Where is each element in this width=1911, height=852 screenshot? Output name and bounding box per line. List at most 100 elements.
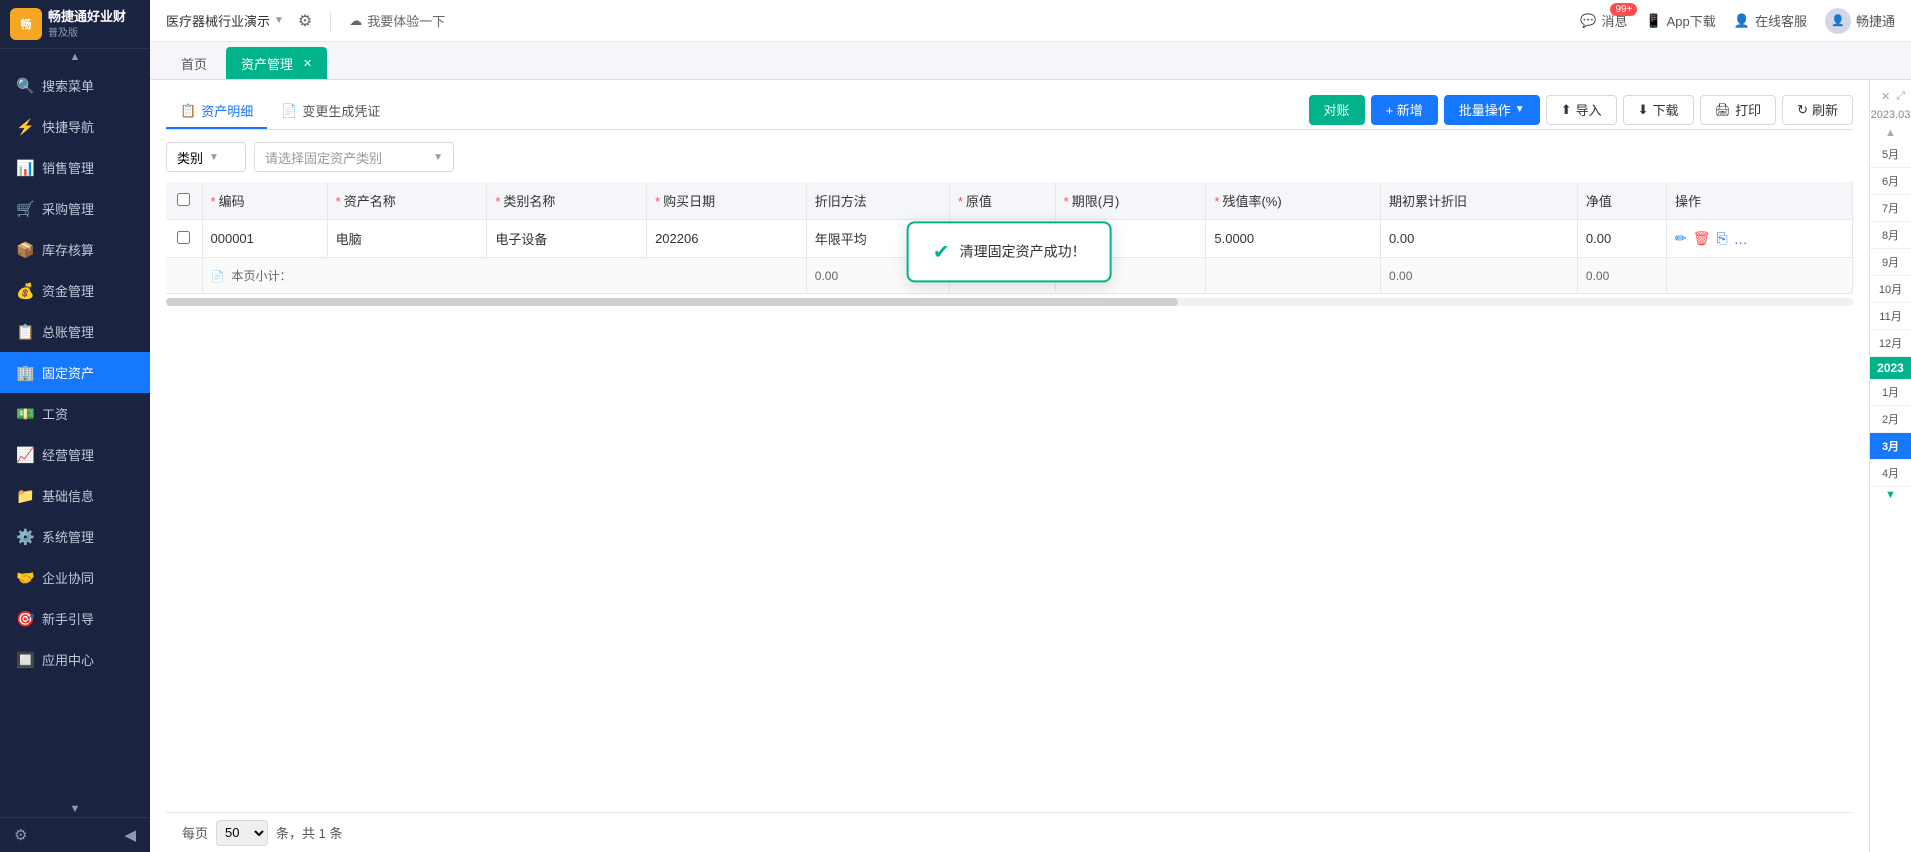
delete-button[interactable]: 🗑 xyxy=(1693,230,1711,247)
user-menu[interactable]: 👤 畅捷通 xyxy=(1825,8,1895,34)
sidebar-scroll-down[interactable]: ▼ xyxy=(0,801,150,817)
edit-button[interactable]: ✏ xyxy=(1675,230,1687,247)
logo-subtitle: 普及版 xyxy=(48,24,126,39)
sub-tab-asset-detail[interactable]: 📋 资产明细 xyxy=(166,94,267,129)
quick-nav-icon: ⚡ xyxy=(16,118,34,136)
category-filter[interactable]: 类别 ▼ xyxy=(166,142,246,172)
per-page-select[interactable]: 50 10 20 100 xyxy=(216,820,268,846)
download-label: 下载 xyxy=(1653,100,1679,119)
topbar-divider xyxy=(330,11,331,31)
calendar-month-10[interactable]: 10月 xyxy=(1870,276,1911,303)
settings-icon[interactable]: ⚙ xyxy=(14,826,27,844)
calendar-month-4[interactable]: 4月 xyxy=(1870,460,1911,487)
ledger-icon: 📋 xyxy=(16,323,34,341)
sidebar-item-purchase[interactable]: 🛒 采购管理 xyxy=(0,188,150,229)
finance-icon: 💰 xyxy=(16,282,34,300)
tab-home[interactable]: 首页 xyxy=(166,47,222,79)
calendar-header: 2023.03 xyxy=(1871,109,1911,121)
panel-expand-icon[interactable]: ⤢ xyxy=(1894,88,1907,105)
scrollbar-thumb[interactable] xyxy=(166,298,1178,306)
row-select-checkbox[interactable] xyxy=(177,231,190,244)
sidebar-item-operations[interactable]: 📈 经营管理 xyxy=(0,434,150,475)
header-name: *资产名称 xyxy=(327,182,487,220)
add-button[interactable]: + 新增 xyxy=(1371,95,1438,125)
calendar-month-7[interactable]: 7月 xyxy=(1870,195,1911,222)
online-service-button[interactable]: 👤 在线客服 xyxy=(1734,11,1807,30)
sidebar-item-search[interactable]: 🔍 搜索菜单 xyxy=(0,65,150,106)
sidebar-item-payroll[interactable]: 💵 工资 xyxy=(0,393,150,434)
category-value-filter[interactable]: 请选择固定资产类别 ▼ xyxy=(254,142,454,172)
toast-cell: ✔ 清理固定资产成功！ xyxy=(166,258,1853,259)
calendar-month-6[interactable]: 6月 xyxy=(1870,168,1911,195)
sidebar-item-inventory[interactable]: 📦 库存核算 xyxy=(0,229,150,270)
tabbar: 首页 资产管理 ✕ xyxy=(150,42,1911,80)
sidebar-item-quick-nav[interactable]: ⚡ 快捷导航 xyxy=(0,106,150,147)
sub-tab-change-voucher[interactable]: 📄 变更生成凭证 xyxy=(267,94,394,129)
table-header-row: *编码 *资产名称 *类别名称 *购买日期 折旧方法 *原值 *期限(月) *残… xyxy=(166,182,1853,220)
calendar-year-2023[interactable]: 2023 xyxy=(1870,357,1911,379)
sidebar-item-system[interactable]: ⚙️ 系统管理 xyxy=(0,516,150,557)
calendar-month-11[interactable]: 11月 xyxy=(1870,303,1911,330)
sidebar-item-label: 经营管理 xyxy=(42,445,94,464)
cell-actions: ✏ 🗑 ⎘ … xyxy=(1667,220,1853,258)
message-button[interactable]: 💬 消息 99+ xyxy=(1580,11,1627,30)
collapse-icon[interactable]: ◀ xyxy=(124,826,136,844)
calendar-month-2[interactable]: 2月 xyxy=(1870,406,1911,433)
tab-asset-mgmt[interactable]: 资产管理 ✕ xyxy=(226,47,327,79)
refresh-button[interactable]: ↻ 刷新 xyxy=(1782,95,1853,125)
header-net-value: 净值 xyxy=(1577,182,1666,220)
app-center-icon: 🔲 xyxy=(16,651,34,669)
print-button[interactable]: 🖨 打印 xyxy=(1700,95,1777,125)
sidebar-item-sales[interactable]: 📊 销售管理 xyxy=(0,147,150,188)
calendar-month-12[interactable]: 12月 xyxy=(1870,330,1911,357)
sidebar-scroll-up[interactable]: ▲ xyxy=(0,49,150,65)
company-selector[interactable]: 医疗器械行业演示 ▼ xyxy=(166,11,284,30)
sidebar-item-ledger[interactable]: 📋 总账管理 xyxy=(0,311,150,352)
tab-close-icon[interactable]: ✕ xyxy=(303,57,312,70)
select-all-checkbox[interactable] xyxy=(177,193,190,206)
filter-dropdown-icon: ▼ xyxy=(209,152,219,163)
logo-icon: 畅 xyxy=(10,8,42,40)
sidebar-item-fixed-assets[interactable]: 🏢 固定资产 xyxy=(0,352,150,393)
sidebar-item-enterprise[interactable]: 🤝 企业协同 xyxy=(0,557,150,598)
reconcile-button[interactable]: 对账 xyxy=(1309,95,1365,125)
sidebar-item-finance[interactable]: 💰 资金管理 xyxy=(0,270,150,311)
copy-button[interactable]: ⎘ xyxy=(1717,230,1728,247)
panel-close-icon[interactable]: ✕ xyxy=(1879,88,1892,105)
more-button[interactable]: … xyxy=(1734,231,1748,247)
company-name: 医疗器械行业演示 xyxy=(166,11,270,30)
calendar-month-8[interactable]: 8月 xyxy=(1870,222,1911,249)
sidebar-item-app-center[interactable]: 🔲 应用中心 xyxy=(0,639,150,680)
sidebar-item-basic-info[interactable]: 📁 基础信息 xyxy=(0,475,150,516)
cell-category: 电子设备 xyxy=(487,220,647,258)
cell-name: 电脑 xyxy=(327,220,487,258)
import-button[interactable]: ⬆ 导入 xyxy=(1546,95,1617,125)
topbar-right: 💬 消息 99+ 📱 App下载 👤 在线客服 👤 畅捷通 xyxy=(1580,8,1895,34)
tab-home-label: 首页 xyxy=(181,54,207,73)
calendar-up-arrow[interactable]: ▲ xyxy=(1870,125,1911,141)
pagination: 每页 50 10 20 100 条，共 1 条 xyxy=(166,812,1853,852)
horizontal-scrollbar[interactable] xyxy=(166,298,1853,306)
username-label: 畅捷通 xyxy=(1856,11,1895,30)
calendar-down-arrow[interactable]: ▼ xyxy=(1870,487,1911,503)
toast-row: ✔ 清理固定资产成功！ xyxy=(166,258,1853,259)
download-button[interactable]: ⬇ 下载 xyxy=(1623,95,1694,125)
experience-label: 我要体验一下 xyxy=(367,11,445,30)
table-wrapper: *编码 *资产名称 *类别名称 *购买日期 折旧方法 *原值 *期限(月) *残… xyxy=(166,182,1853,812)
header-code: *编码 xyxy=(202,182,327,220)
settings-button[interactable]: ⚙ xyxy=(298,11,312,31)
calendar-month-3-current[interactable]: 3月 xyxy=(1870,433,1911,460)
sidebar-item-guide[interactable]: 🎯 新手引导 xyxy=(0,598,150,639)
batch-button[interactable]: 批量操作 ▼ xyxy=(1444,95,1540,125)
calendar-month-1[interactable]: 1月 xyxy=(1870,379,1911,406)
subtotal-label: 本页小计： xyxy=(232,269,292,283)
category-placeholder: 请选择固定资产类别 xyxy=(265,148,382,167)
app-download-button[interactable]: 📱 App下载 xyxy=(1645,11,1715,30)
tab-asset-mgmt-label: 资产管理 xyxy=(241,54,293,73)
experience-button[interactable]: ☁ 我要体验一下 xyxy=(349,11,445,30)
calendar-month-5[interactable]: 5月 xyxy=(1870,141,1911,168)
row-checkbox[interactable] xyxy=(166,220,202,258)
change-voucher-icon: 📄 xyxy=(281,103,297,119)
cell-purchase-date: 202206 xyxy=(647,220,807,258)
calendar-month-9[interactable]: 9月 xyxy=(1870,249,1911,276)
